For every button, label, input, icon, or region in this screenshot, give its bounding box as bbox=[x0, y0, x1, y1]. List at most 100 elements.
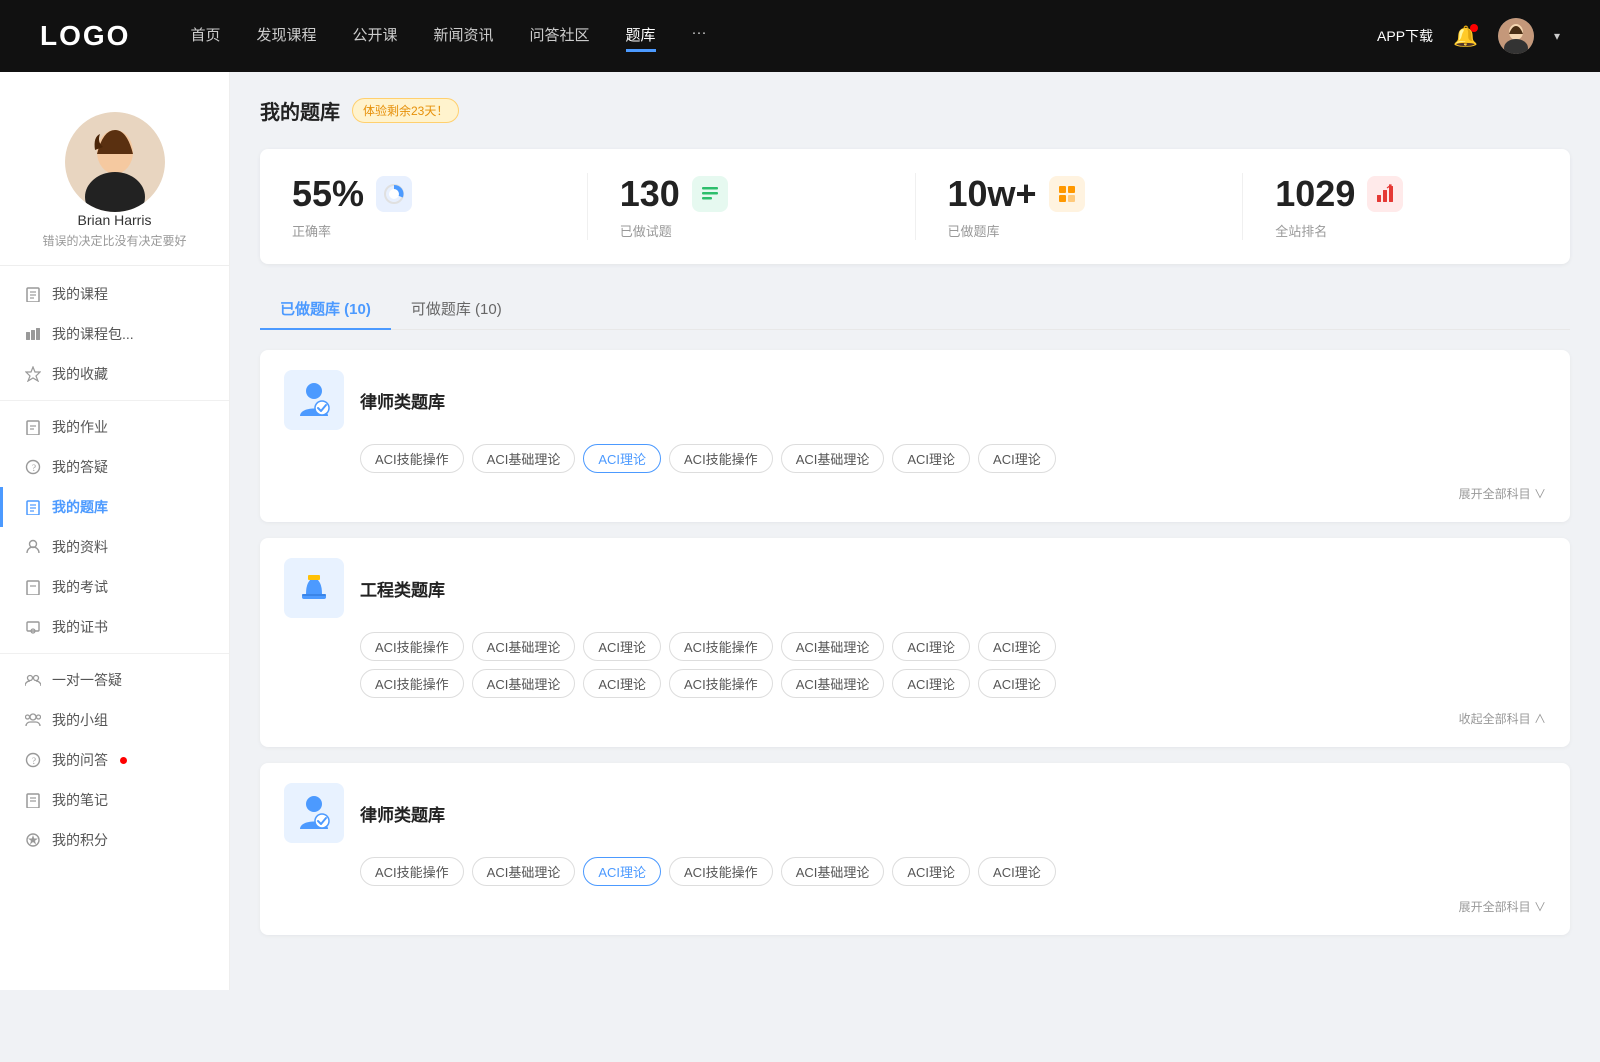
svg-text:?: ? bbox=[32, 756, 36, 766]
tag-eng-11[interactable]: ACI基础理论 bbox=[781, 669, 885, 698]
sidebar-item-one-on-one-label: 一对一答疑 bbox=[52, 670, 122, 690]
tag-eng-8[interactable]: ACI基础理论 bbox=[472, 669, 576, 698]
sidebar-item-qa[interactable]: ? 我的答疑 bbox=[0, 447, 229, 487]
avatar-image bbox=[1498, 18, 1534, 54]
tag-lawyer2-4[interactable]: ACI基础理论 bbox=[781, 857, 885, 886]
qbank-card-engineer: 工程类题库 ACI技能操作 ACI基础理论 ACI理论 ACI技能操作 ACI基… bbox=[260, 538, 1570, 747]
tab-done-banks[interactable]: 已做题库 (10) bbox=[260, 288, 391, 329]
user-menu-chevron[interactable]: ▾ bbox=[1554, 29, 1560, 43]
qbank-card-lawyer-1: 律师类题库 ACI技能操作 ACI基础理论 ACI理论 ACI技能操作 ACI基… bbox=[260, 350, 1570, 522]
sidebar-item-notes-label: 我的笔记 bbox=[52, 790, 108, 810]
tag-eng-13[interactable]: ACI理论 bbox=[978, 669, 1056, 698]
sidebar-item-course-pack[interactable]: 我的课程包... bbox=[0, 314, 229, 354]
tag-lawyer2-1[interactable]: ACI基础理论 bbox=[472, 857, 576, 886]
profile-motto: 错误的决定比没有决定要好 bbox=[42, 232, 186, 249]
notification-dot bbox=[1470, 24, 1478, 32]
engineer-svg bbox=[292, 566, 336, 610]
certificate-icon bbox=[24, 618, 42, 636]
sidebar-item-my-qa-label: 我的问答 bbox=[52, 750, 108, 770]
sidebar-item-exam[interactable]: 我的考试 bbox=[0, 567, 229, 607]
sidebar-item-profile[interactable]: 我的资料 bbox=[0, 527, 229, 567]
qbank-card-engineer-header: 工程类题库 bbox=[284, 558, 1546, 618]
qbank-card-lawyer-2-header: 律师类题库 bbox=[284, 783, 1546, 843]
tag-eng-7[interactable]: ACI技能操作 bbox=[360, 669, 464, 698]
tag-lawyer2-6[interactable]: ACI理论 bbox=[978, 857, 1056, 886]
expand-engineer[interactable]: 收起全部科目 ∧ bbox=[284, 706, 1546, 727]
nav-link-home[interactable]: 首页 bbox=[190, 20, 220, 52]
nav-right: APP下载 🔔 ▾ bbox=[1377, 18, 1560, 54]
nav-link-news[interactable]: 新闻资讯 bbox=[434, 20, 494, 52]
tag-eng-2[interactable]: ACI理论 bbox=[583, 632, 661, 661]
my-qa-dot bbox=[120, 757, 127, 764]
user-avatar[interactable] bbox=[1498, 18, 1534, 54]
lawyer-icon-2 bbox=[284, 783, 344, 843]
nav-link-qa[interactable]: 问答社区 bbox=[530, 20, 590, 52]
sidebar-item-my-qa[interactable]: ? 我的问答 bbox=[0, 740, 229, 780]
tag-lawyer1-6[interactable]: ACI理论 bbox=[978, 444, 1056, 473]
sidebar-profile: Brian Harris 错误的决定比没有决定要好 bbox=[0, 92, 229, 266]
navbar: LOGO 首页 发现课程 公开课 新闻资讯 问答社区 题库 ··· APP下载 … bbox=[0, 0, 1600, 72]
expand-lawyer2[interactable]: 展开全部科目 ∨ bbox=[284, 894, 1546, 915]
qbank-tags-engineer-row1: ACI技能操作 ACI基础理论 ACI理论 ACI技能操作 ACI基础理论 AC… bbox=[360, 632, 1546, 661]
expand-lawyer1[interactable]: 展开全部科目 ∨ bbox=[284, 481, 1546, 502]
nav-link-discover[interactable]: 发现课程 bbox=[256, 20, 316, 52]
star-icon bbox=[24, 365, 42, 383]
page-layout: Brian Harris 错误的决定比没有决定要好 我的课程 我的课程包... bbox=[0, 72, 1600, 990]
qbank-tags-lawyer-1: ACI技能操作 ACI基础理论 ACI理论 ACI技能操作 ACI基础理论 AC… bbox=[360, 444, 1546, 473]
tag-eng-9[interactable]: ACI理论 bbox=[583, 669, 661, 698]
tab-available-banks[interactable]: 可做题库 (10) bbox=[391, 288, 522, 329]
tag-lawyer1-3[interactable]: ACI技能操作 bbox=[669, 444, 773, 473]
sidebar-item-qbank[interactable]: 我的题库 bbox=[0, 487, 229, 527]
points-icon bbox=[24, 831, 42, 849]
sidebar-item-homework[interactable]: 我的作业 bbox=[0, 407, 229, 447]
profile-photo bbox=[65, 112, 165, 212]
tag-eng-5[interactable]: ACI理论 bbox=[892, 632, 970, 661]
nav-link-opencourse[interactable]: 公开课 bbox=[352, 20, 397, 52]
tag-eng-3[interactable]: ACI技能操作 bbox=[669, 632, 773, 661]
sidebar-item-favorites[interactable]: 我的收藏 bbox=[0, 354, 229, 394]
tag-lawyer2-5[interactable]: ACI理论 bbox=[892, 857, 970, 886]
sidebar-item-group-label: 我的小组 bbox=[52, 710, 108, 730]
grid-chart-icon bbox=[1056, 183, 1078, 205]
tag-lawyer1-1[interactable]: ACI基础理论 bbox=[472, 444, 576, 473]
sidebar-item-homework-label: 我的作业 bbox=[52, 417, 108, 437]
tag-eng-10[interactable]: ACI技能操作 bbox=[669, 669, 773, 698]
tag-eng-4[interactable]: ACI基础理论 bbox=[781, 632, 885, 661]
nav-link-qbank[interactable]: 题库 bbox=[626, 20, 656, 52]
tag-lawyer1-0[interactable]: ACI技能操作 bbox=[360, 444, 464, 473]
tag-lawyer1-4[interactable]: ACI基础理论 bbox=[781, 444, 885, 473]
bar-chart-icon bbox=[1367, 176, 1403, 212]
stat-done-banks-label: 已做题库 bbox=[948, 221, 1000, 240]
stat-rank-label: 全站排名 bbox=[1275, 221, 1327, 240]
tag-eng-6[interactable]: ACI理论 bbox=[978, 632, 1056, 661]
sidebar-item-course[interactable]: 我的课程 bbox=[0, 274, 229, 314]
list-chart-icon bbox=[699, 183, 721, 205]
app-download-button[interactable]: APP下载 bbox=[1377, 26, 1433, 46]
pie-chart-icon bbox=[383, 183, 405, 205]
nav-links: 首页 发现课程 公开课 新闻资讯 问答社区 题库 ··· bbox=[190, 20, 1377, 52]
notification-bell[interactable]: 🔔 bbox=[1453, 24, 1478, 49]
tag-lawyer2-2[interactable]: ACI理论 bbox=[583, 857, 661, 886]
tag-lawyer2-0[interactable]: ACI技能操作 bbox=[360, 857, 464, 886]
tag-lawyer2-3[interactable]: ACI技能操作 bbox=[669, 857, 773, 886]
qbank-tags-lawyer-2: ACI技能操作 ACI基础理论 ACI理论 ACI技能操作 ACI基础理论 AC… bbox=[360, 857, 1546, 886]
nav-link-more[interactable]: ··· bbox=[692, 20, 707, 52]
tag-eng-1[interactable]: ACI基础理论 bbox=[472, 632, 576, 661]
tag-lawyer1-2[interactable]: ACI理论 bbox=[583, 444, 661, 473]
stat-done-banks-top: 10w+ bbox=[948, 173, 1085, 215]
sidebar-item-one-on-one[interactable]: 一对一答疑 bbox=[0, 660, 229, 700]
lawyer-svg-2 bbox=[292, 791, 336, 835]
sidebar-item-certificate[interactable]: 我的证书 bbox=[0, 607, 229, 647]
profile-name: Brian Harris bbox=[78, 212, 152, 228]
tag-lawyer1-5[interactable]: ACI理论 bbox=[892, 444, 970, 473]
sidebar-item-notes[interactable]: 我的笔记 bbox=[0, 780, 229, 820]
sidebar-divider-1 bbox=[0, 400, 229, 401]
grid-icon bbox=[1049, 176, 1085, 212]
logo: LOGO bbox=[40, 20, 130, 52]
qbank-tags-engineer-row2: ACI技能操作 ACI基础理论 ACI理论 ACI技能操作 ACI基础理论 AC… bbox=[360, 669, 1546, 698]
qbank-title-engineer: 工程类题库 bbox=[360, 576, 445, 601]
sidebar-item-group[interactable]: 我的小组 bbox=[0, 700, 229, 740]
sidebar-item-points[interactable]: 我的积分 bbox=[0, 820, 229, 860]
tag-eng-12[interactable]: ACI理论 bbox=[892, 669, 970, 698]
tag-eng-0[interactable]: ACI技能操作 bbox=[360, 632, 464, 661]
